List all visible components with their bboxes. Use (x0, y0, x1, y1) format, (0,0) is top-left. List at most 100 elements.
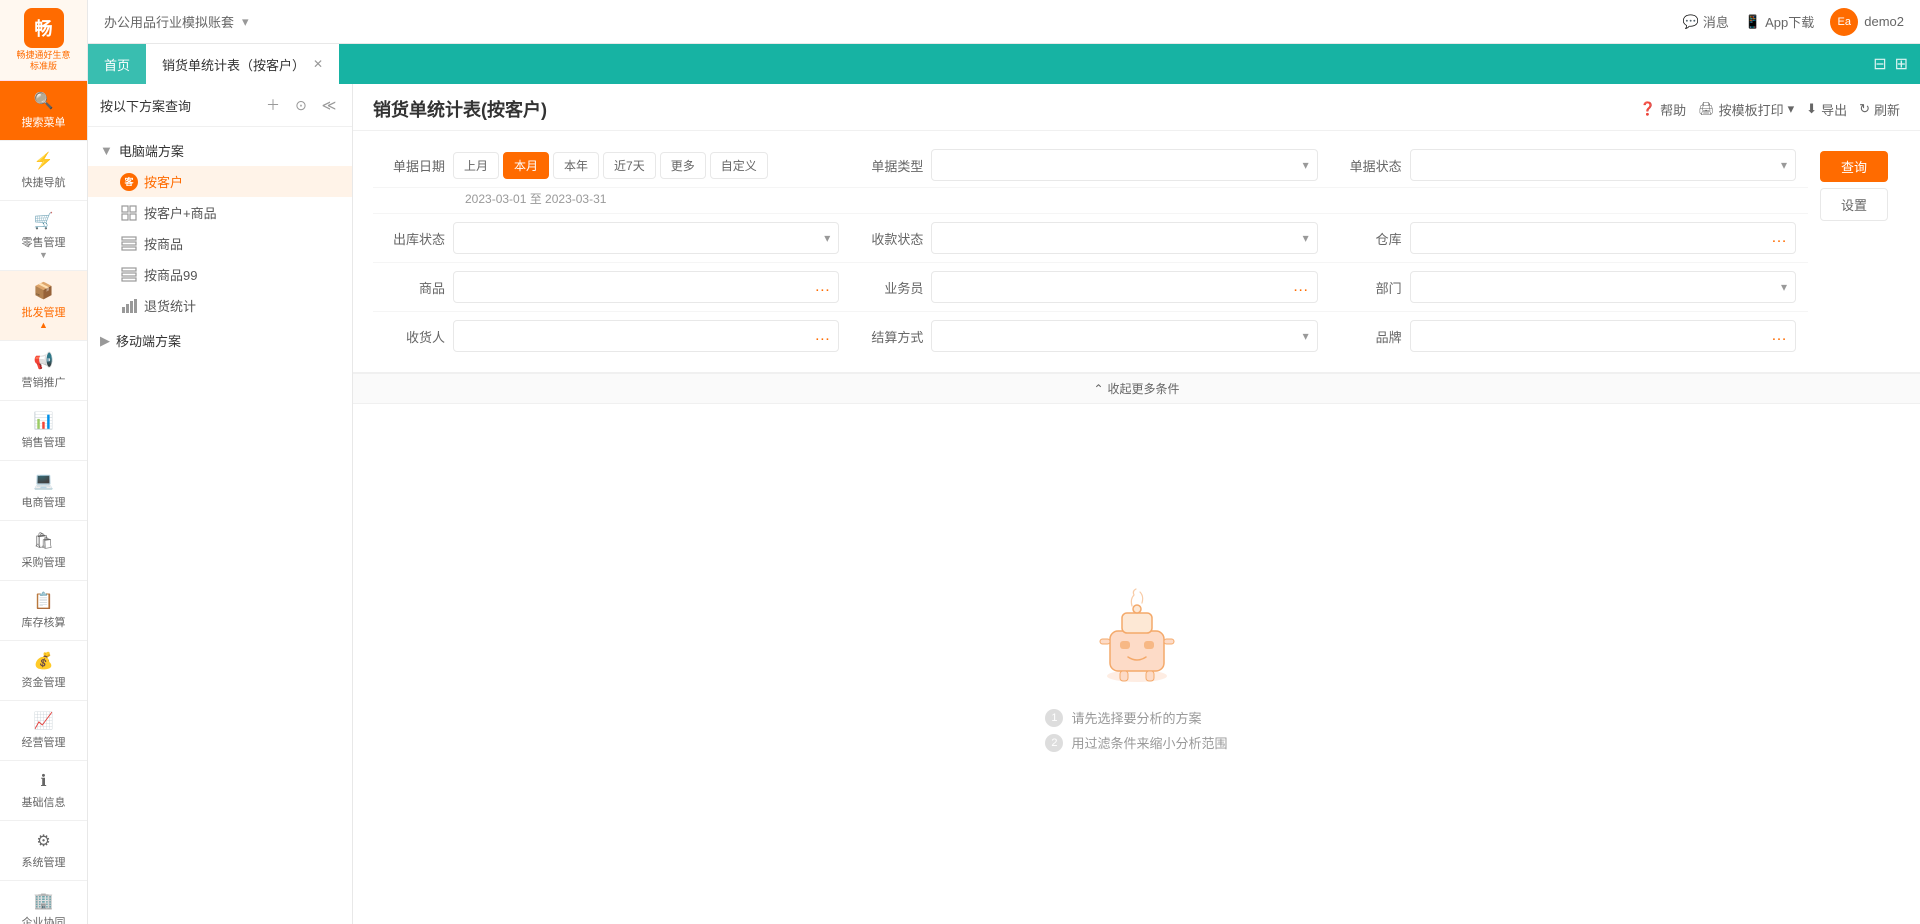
sidebar-item-search[interactable]: 🔍 搜索菜单 (0, 81, 87, 141)
sidebar-item-corp[interactable]: 🏢 企业协同 (0, 881, 87, 924)
collapse-row[interactable]: ⌃ 收起更多条件 (353, 373, 1920, 404)
minimize-icon[interactable]: ⊟ (1873, 54, 1886, 74)
salesperson-dots-icon[interactable]: … (1293, 278, 1309, 296)
recipient-dropdown[interactable]: … (453, 320, 839, 352)
date-label: 单据日期 (385, 156, 445, 175)
product-dropdown[interactable]: … (453, 271, 839, 303)
avatar: Ea (1830, 8, 1858, 36)
corp-icon: 🏢 (34, 891, 54, 911)
topbar-left: 办公用品行业模拟账套 ▾ (104, 12, 249, 31)
window-buttons: ⊟ ⊞ (1861, 54, 1920, 74)
export-button[interactable]: ⬇ 导出 (1806, 100, 1847, 119)
settings-scheme-button[interactable]: ⊙ (290, 94, 312, 116)
warehouse-dropdown[interactable]: … (1410, 222, 1796, 254)
product-dots-icon[interactable]: … (814, 278, 830, 296)
empty-tips: 1 请先选择要分析的方案 2 用过滤条件来缩小分析范围 (1045, 708, 1227, 752)
wholesale-icon: 📦 (34, 281, 54, 301)
sidebar-item-finance[interactable]: 💰 资金管理 (0, 641, 87, 701)
department-label: 部门 (1342, 278, 1402, 297)
sidebar-item-inventory[interactable]: 📋 库存核算 (0, 581, 87, 641)
tree-item-by-customer[interactable]: 客 按客户 (88, 166, 352, 197)
sidebar-item-quick-nav[interactable]: ⚡ 快捷导航 (0, 141, 87, 201)
brand-dropdown[interactable]: … (1410, 320, 1796, 352)
order-type-label: 单据类型 (863, 156, 923, 175)
date-buttons-group: 上月 本月 本年 近7天 更多 自定义 (453, 152, 839, 179)
sidebar-item-system[interactable]: ⚙ 系统管理 (0, 821, 87, 881)
out-status-label: 出库状态 (385, 229, 445, 248)
tree-item-label: 退货统计 (144, 296, 196, 315)
tree-expand-icon: ▼ (100, 143, 113, 158)
sidebar-item-wholesale[interactable]: 📦 批发管理 ▲ (0, 271, 87, 341)
user-area[interactable]: Ea demo2 (1830, 8, 1904, 36)
sidebar-logo[interactable]: 畅 畅捷通好生意标准版 (0, 0, 87, 81)
collapse-panel-button[interactable]: ≪ (318, 94, 340, 116)
product-cell: 商品 … (373, 263, 851, 311)
sidebar-item-marketing[interactable]: 📢 营销推广 (0, 341, 87, 401)
settlement-dropdown[interactable]: ▾ (931, 320, 1317, 352)
app-title: 办公用品行业模拟账套 (104, 12, 234, 31)
tab-sales-stat[interactable]: 销货单统计表（按客户） ✕ (146, 44, 339, 84)
tab-home[interactable]: 首页 (88, 44, 146, 84)
department-dropdown[interactable]: ▾ (1410, 271, 1796, 303)
date-range-display: 2023-03-01 至 2023-03-31 (373, 188, 1808, 214)
tree-parent-mobile[interactable]: ▶ 移动端方案 (88, 325, 352, 356)
warehouse-label: 仓库 (1342, 229, 1402, 248)
recipient-dots-icon[interactable]: … (814, 327, 830, 345)
date-btn-7days[interactable]: 近7天 (603, 152, 656, 179)
tip-num-2: 2 (1045, 734, 1063, 752)
add-scheme-button[interactable]: ＋ (262, 94, 284, 116)
sidebar-item-operation[interactable]: 📈 经营管理 (0, 701, 87, 761)
tree-item-by-customer-product[interactable]: 按客户+商品 (88, 197, 352, 228)
date-btn-this-month[interactable]: 本月 (503, 152, 549, 179)
tip-num-1: 1 (1045, 709, 1063, 727)
department-cell: 部门 ▾ (1330, 263, 1808, 311)
tree-item-by-product[interactable]: 按商品 (88, 228, 352, 259)
app-download-button[interactable]: 📱 App下载 (1745, 12, 1814, 31)
salesperson-cell: 业务员 … (851, 263, 1329, 311)
collapse-label: 收起更多条件 (1108, 380, 1180, 397)
date-btn-last-month[interactable]: 上月 (453, 152, 499, 179)
maximize-icon[interactable]: ⊞ (1895, 54, 1908, 74)
tree-section: ▼ 电脑端方案 客 按客户 按客户+商品 (88, 127, 352, 364)
brand-dots-icon[interactable]: … (1771, 327, 1787, 345)
sidebar-item-purchase[interactable]: 🛍 采购管理 (0, 521, 87, 581)
payment-status-dropdown[interactable]: ▾ (931, 222, 1317, 254)
tree-item-return-stat[interactable]: 退货统计 (88, 290, 352, 321)
out-status-cell: 出库状态 ▾ (373, 214, 851, 262)
empty-tip-2: 2 用过滤条件来缩小分析范围 (1045, 733, 1227, 752)
date-btn-this-year[interactable]: 本年 (553, 152, 599, 179)
dropdown-arrow-icon[interactable]: ▾ (242, 14, 249, 30)
query-button[interactable]: 查询 (1820, 151, 1888, 182)
message-label: 消息 (1703, 12, 1729, 31)
sidebar-item-ecom[interactable]: 💻 电商管理 (0, 461, 87, 521)
refresh-button[interactable]: ↻ 刷新 (1859, 100, 1900, 119)
print-button[interactable]: 🖨 按模板打印 ▾ (1698, 100, 1794, 119)
order-type-dropdown[interactable]: ▾ (931, 149, 1317, 181)
sidebar-item-sales[interactable]: 📊 销售管理 (0, 401, 87, 461)
sidebar-item-retail[interactable]: 🛒 零售管理 ▼ (0, 201, 87, 271)
sidebar-item-label: 系统管理 (22, 854, 66, 870)
system-icon: ⚙ (36, 831, 50, 851)
empty-tip-1: 1 请先选择要分析的方案 (1045, 708, 1227, 727)
dropdown-arrow-icon: ▾ (1303, 158, 1309, 172)
warehouse-dots-icon[interactable]: … (1771, 229, 1787, 247)
app-download-label: App下载 (1765, 12, 1814, 31)
settings-button[interactable]: 设置 (1820, 188, 1888, 221)
order-status-dropdown[interactable]: ▾ (1410, 149, 1796, 181)
date-btn-custom[interactable]: 自定义 (710, 152, 768, 179)
message-button[interactable]: 💬 消息 (1683, 12, 1729, 31)
print-label: 按模板打印 (1719, 100, 1784, 119)
sidebar-item-label: 销售管理 (22, 434, 66, 450)
out-status-dropdown[interactable]: ▾ (453, 222, 839, 254)
action-buttons: 查询 设置 (1808, 143, 1900, 229)
close-tab-icon[interactable]: ✕ (313, 57, 323, 71)
tree-item-by-product-99[interactable]: 按商品99 (88, 259, 352, 290)
sidebar-item-label: 搜索菜单 (22, 114, 66, 130)
sidebar-item-basic[interactable]: ℹ 基础信息 (0, 761, 87, 821)
salesperson-dropdown[interactable]: … (931, 271, 1317, 303)
print-dropdown-icon[interactable]: ▾ (1788, 101, 1795, 117)
date-btn-more[interactable]: 更多 (660, 152, 706, 179)
help-button[interactable]: ❓ 帮助 (1640, 100, 1686, 119)
sidebar-item-label: 基础信息 (22, 794, 66, 810)
tree-parent-desktop[interactable]: ▼ 电脑端方案 (88, 135, 352, 166)
